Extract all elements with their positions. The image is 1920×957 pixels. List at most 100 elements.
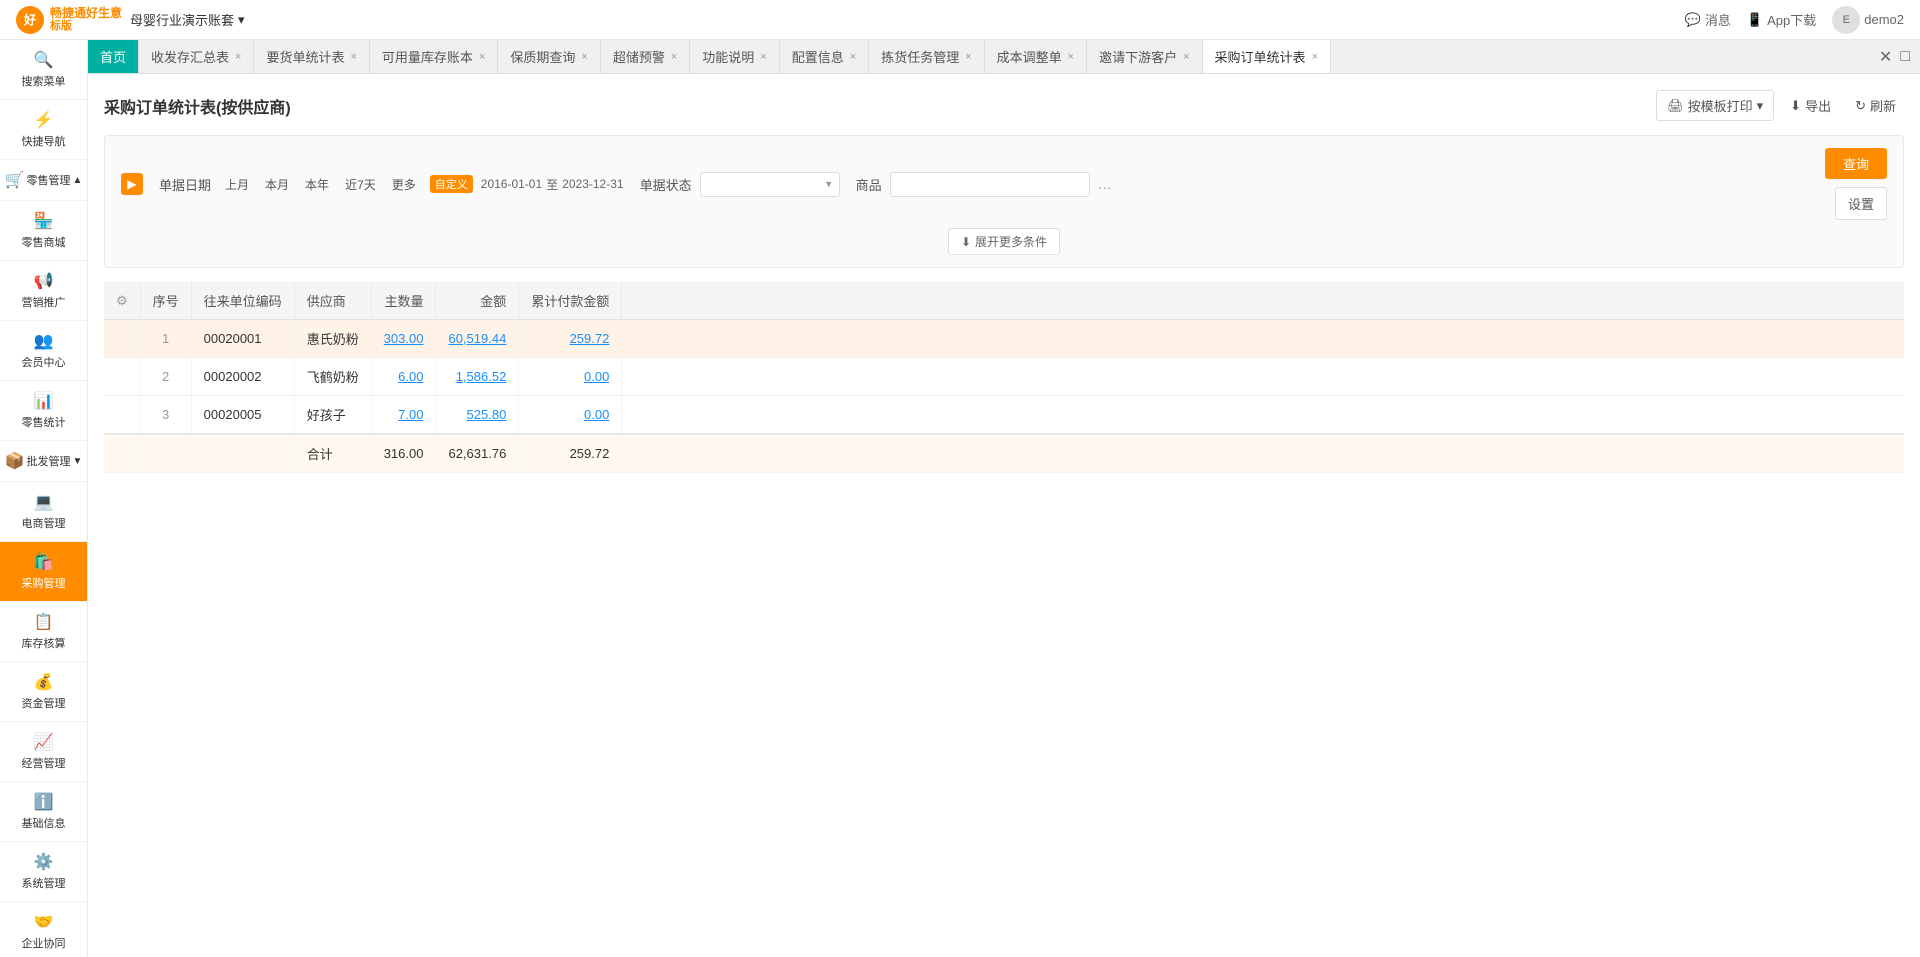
tab-expand-button[interactable]: □: [1898, 46, 1912, 68]
chevron-down-icon-2: ▼: [73, 456, 83, 467]
expand-more-button[interactable]: ⬇ 展开更多条件: [948, 228, 1060, 255]
tab-close-icon[interactable]: ×: [850, 51, 856, 63]
sidebar-item-marketing[interactable]: 📢 营销推广: [0, 261, 87, 321]
date-btn-last-month[interactable]: 上月: [219, 174, 255, 195]
tab-close-icon[interactable]: ×: [760, 51, 766, 63]
footer-code: [191, 434, 294, 473]
tab-invite-downstream[interactable]: 邀请下游客户 ×: [1087, 40, 1202, 74]
table-row: 3 00020005 好孩子 7.00 525.80 0.00: [104, 396, 1904, 435]
tab-close-icon[interactable]: ×: [1183, 51, 1189, 63]
main-layout: 🔍 搜索菜单 ⚡ 快捷导航 🛒 零售管理 ▲ 🏪 零售商城 📢 营销推广 👥 会…: [0, 40, 1920, 957]
filter-toggle-button[interactable]: ▶: [121, 173, 143, 195]
sidebar-item-inventory-check[interactable]: 📋 库存核算: [0, 602, 87, 662]
th-paid-amount: 累计付款金额: [519, 282, 622, 320]
th-num: 序号: [140, 282, 191, 320]
export-icon: ⬇: [1790, 98, 1801, 114]
tab-close-icon[interactable]: ×: [1068, 51, 1074, 63]
filter-goods-item: 商品 …: [856, 172, 1112, 197]
td-amount[interactable]: 525.80: [436, 396, 519, 435]
status-select[interactable]: [700, 172, 840, 197]
sidebar-item-retail-stats[interactable]: 📊 零售统计: [0, 381, 87, 441]
tab-cost-adjust[interactable]: 成本调整单 ×: [985, 40, 1087, 74]
basic-info-icon: ℹ️: [34, 792, 54, 812]
tab-close-icon[interactable]: ×: [235, 51, 241, 63]
page-actions: 🖨 按模板打印 ▾ ⬇ 导出 ↻ 刷新: [1656, 90, 1904, 121]
th-quantity: 主数量: [371, 282, 436, 320]
sidebar-item-quick-nav[interactable]: ⚡ 快捷导航: [0, 100, 87, 160]
footer-num: [140, 434, 191, 473]
tab-picking-task[interactable]: 拣货任务管理 ×: [869, 40, 984, 74]
td-gear: [104, 320, 140, 358]
goods-input[interactable]: [890, 172, 1090, 197]
operation-icon: 📈: [34, 732, 54, 752]
sidebar-item-search[interactable]: 🔍 搜索菜单: [0, 40, 87, 100]
td-paid-amount[interactable]: 0.00: [519, 396, 622, 435]
export-button[interactable]: ⬇ 导出: [1782, 91, 1839, 120]
th-supplier-name: 供应商: [294, 282, 371, 320]
tab-available-stock[interactable]: 可用量库存账本 ×: [370, 40, 498, 74]
td-quantity[interactable]: 7.00: [371, 396, 436, 435]
tab-label: 超储预警: [613, 47, 665, 66]
date-range-display: 2016-01-01 至 2023-12-31: [481, 176, 624, 193]
table-footer-row: 合计 316.00 62,631.76 259.72: [104, 434, 1904, 473]
date-btn-more[interactable]: 更多: [386, 174, 422, 195]
query-button[interactable]: 查询: [1825, 148, 1887, 179]
logo-text: 畅捷通好生意 标版: [50, 6, 122, 34]
tab-close-icon[interactable]: ×: [965, 51, 971, 63]
sidebar-item-wholesale-mgmt[interactable]: 📦 批发管理 ▼: [0, 441, 87, 482]
table-wrapper: ⚙ 序号 往来单位编码 供应商 主数量 金额 累计付款金额: [104, 282, 1904, 941]
date-btn-7days[interactable]: 近7天: [339, 174, 382, 195]
sidebar-item-system-mgmt[interactable]: ⚙️ 系统管理: [0, 842, 87, 902]
sidebar-item-operation-mgmt[interactable]: 📈 经营管理: [0, 722, 87, 782]
td-quantity[interactable]: 6.00: [371, 358, 436, 396]
th-gear[interactable]: ⚙: [104, 282, 140, 320]
tab-overstock-warning[interactable]: 超储预警 ×: [601, 40, 690, 74]
workspace-selector[interactable]: 母婴行业演示账套 ▾: [130, 10, 245, 29]
tab-warranty-query[interactable]: 保质期查询 ×: [498, 40, 600, 74]
sidebar-item-basic-info[interactable]: ℹ️ 基础信息: [0, 782, 87, 842]
tab-purchase-order-stats[interactable]: 采购订单统计表 ×: [1203, 40, 1331, 74]
footer-paid-amount: 259.72: [519, 434, 622, 473]
tab-close-icon[interactable]: ×: [671, 51, 677, 63]
date-btn-this-year[interactable]: 本年: [299, 174, 335, 195]
sidebar-item-retail-mgmt[interactable]: 🛒 零售管理 ▲: [0, 160, 87, 201]
tab-config-info[interactable]: 配置信息 ×: [780, 40, 869, 74]
td-amount[interactable]: 1,586.52: [436, 358, 519, 396]
tab-receive-summary[interactable]: 收发存汇总表 ×: [139, 40, 254, 74]
home-tab-label: 首页: [100, 47, 126, 66]
date-btn-this-month[interactable]: 本月: [259, 174, 295, 195]
refresh-button[interactable]: ↻ 刷新: [1847, 91, 1904, 120]
th-amount: 金额: [436, 282, 519, 320]
tab-home[interactable]: 首页: [88, 40, 139, 74]
user-avatar[interactable]: E demo2: [1832, 6, 1904, 34]
sidebar-item-retail-mall[interactable]: 🏪 零售商城: [0, 201, 87, 261]
tab-close-icon[interactable]: ×: [581, 51, 587, 63]
retail-mall-icon: 🏪: [34, 211, 54, 231]
td-gear: [104, 396, 140, 435]
td-num: 1: [140, 320, 191, 358]
expand-icon: ⬇: [961, 235, 971, 249]
sidebar-item-enterprise-collab[interactable]: 🤝 企业协同: [0, 902, 87, 957]
td-amount[interactable]: 60,519.44: [436, 320, 519, 358]
sidebar-item-ecommerce-mgmt[interactable]: 💻 电商管理: [0, 482, 87, 542]
tab-close-icon[interactable]: ×: [1312, 51, 1318, 63]
tab-close-all-button[interactable]: ✕: [1877, 45, 1894, 69]
td-paid-amount[interactable]: 0.00: [519, 358, 622, 396]
tab-function-desc[interactable]: 功能说明 ×: [690, 40, 779, 74]
setting-button[interactable]: 设置: [1835, 187, 1887, 220]
td-quantity[interactable]: 303.00: [371, 320, 436, 358]
tab-close-icon[interactable]: ×: [479, 51, 485, 63]
app-download-button[interactable]: 📱 App下载: [1747, 10, 1816, 29]
tab-goods-stats[interactable]: 要货单统计表 ×: [254, 40, 369, 74]
page-title: 采购订单统计表(按供应商): [104, 94, 291, 118]
sidebar-item-member-center[interactable]: 👥 会员中心: [0, 321, 87, 381]
goods-filter-more-icon[interactable]: …: [1098, 176, 1112, 192]
retail-mgmt-icon: 🛒: [5, 170, 25, 190]
quick-nav-icon: ⚡: [34, 110, 54, 130]
td-paid-amount[interactable]: 259.72: [519, 320, 622, 358]
sidebar-item-finance-mgmt[interactable]: 💰 资金管理: [0, 662, 87, 722]
message-button[interactable]: 💬 消息: [1685, 10, 1731, 29]
print-button[interactable]: 🖨 按模板打印 ▾: [1656, 90, 1774, 121]
tab-close-icon[interactable]: ×: [350, 51, 356, 63]
sidebar-item-purchase-mgmt[interactable]: 🛍️ 采购管理: [0, 542, 87, 602]
